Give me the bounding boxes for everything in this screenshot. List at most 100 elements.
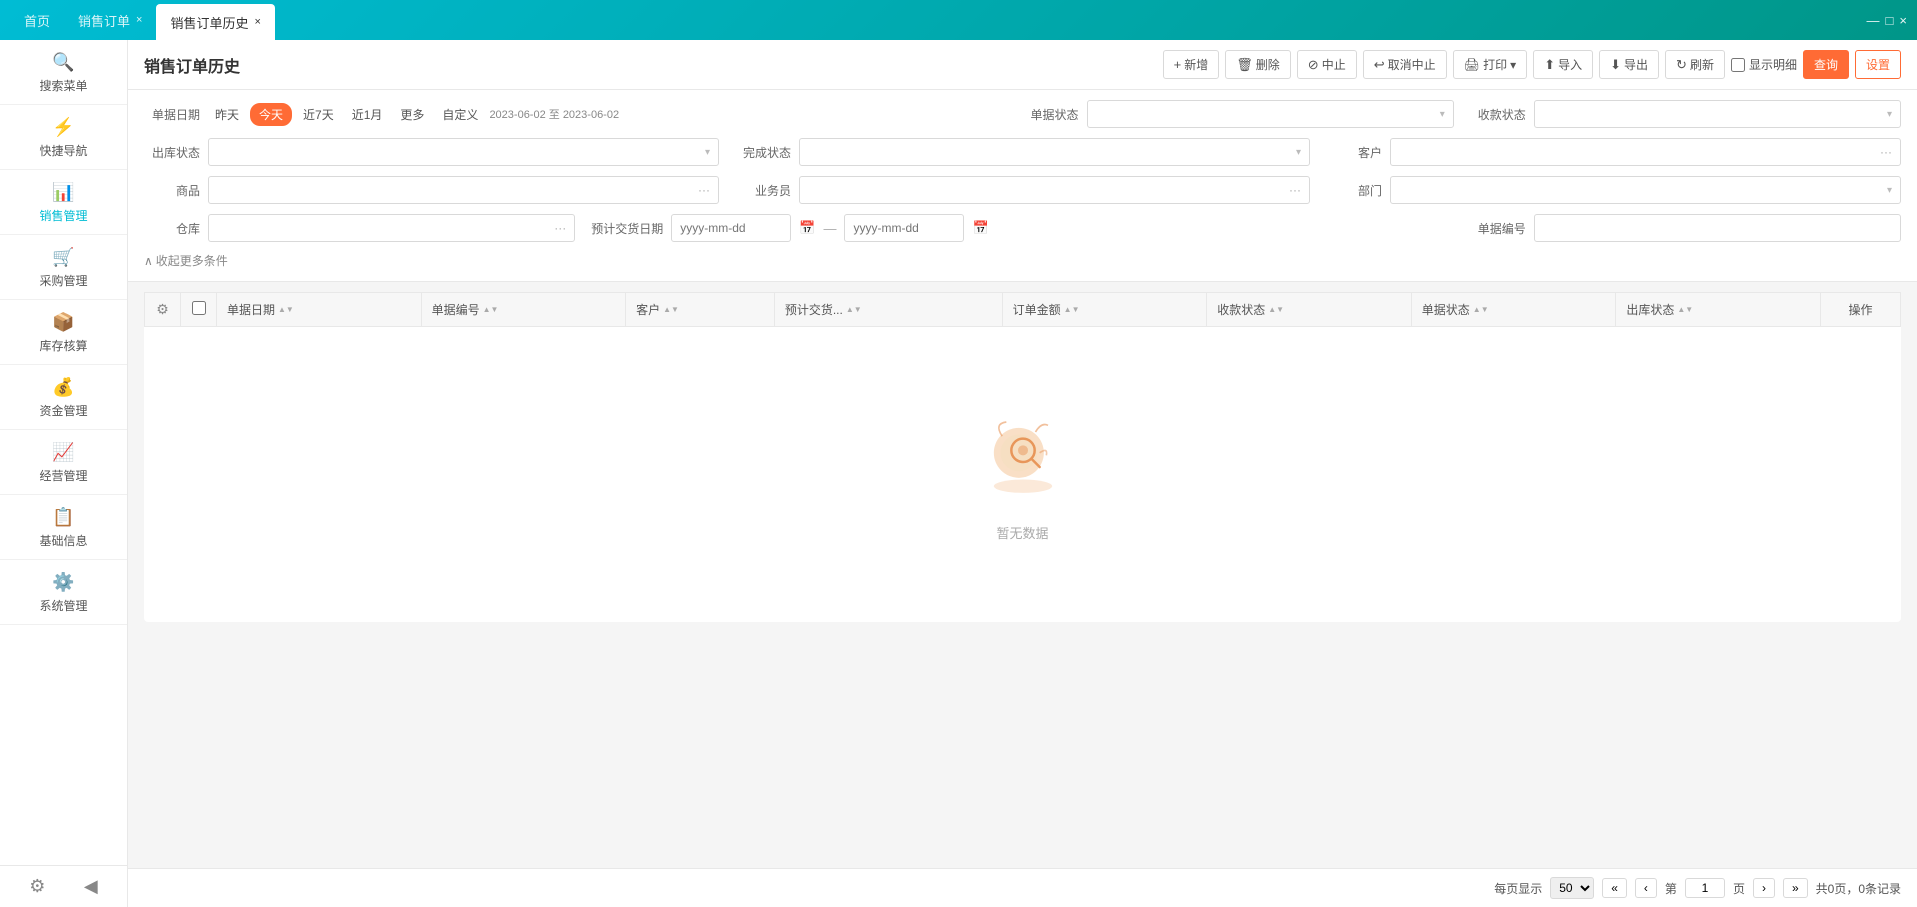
next-page-btn[interactable]: ›	[1753, 878, 1775, 898]
date-1month[interactable]: 近1月	[345, 103, 390, 126]
receipt-status-label: 收款状态	[1470, 106, 1526, 123]
window-minimize[interactable]: —	[1867, 13, 1880, 28]
sys-mgmt-icon: ⚙️	[52, 572, 74, 593]
window-close[interactable]: ×	[1899, 13, 1907, 28]
calendar-start-icon[interactable]: 📅	[799, 220, 815, 236]
query-button[interactable]: 查询	[1803, 50, 1849, 79]
sidebar-item-basic-info[interactable]: 📋 基础信息	[0, 495, 127, 560]
sidebar-item-operations[interactable]: 📈 经营管理	[0, 430, 127, 495]
settings-button[interactable]: 设置	[1855, 50, 1901, 79]
sidebar-item-quick-nav[interactable]: ⚡ 快捷导航	[0, 105, 127, 170]
product-select[interactable]: ···	[208, 176, 719, 204]
amount-sort[interactable]: 订单金额 ▲▼	[1013, 301, 1197, 318]
warehouse-dots-icon[interactable]: ···	[554, 221, 566, 235]
customer-dots-icon[interactable]: ···	[1880, 145, 1892, 159]
product-label: 商品	[144, 182, 200, 199]
sidebar-item-search-menu[interactable]: 🔍 搜索菜单	[0, 40, 127, 105]
date-today[interactable]: 今天	[250, 103, 292, 126]
close-history-tab[interactable]: ×	[254, 16, 260, 28]
toolbar: + 新增 🗑 删除 ⊘ 中止 ↩ 取消中止	[1163, 50, 1901, 79]
empty-illustration	[973, 407, 1073, 507]
topbar-right: — □ ×	[1867, 13, 1907, 28]
bill-status-sort[interactable]: 单据状态 ▲▼	[1422, 301, 1606, 318]
prev-page-btn[interactable]: ‹	[1635, 878, 1657, 898]
receipt-status-select[interactable]: ▾	[1534, 100, 1901, 128]
sidebar-bottom: ⚙ ◀	[0, 865, 127, 907]
delivery-date-start-input[interactable]	[671, 214, 791, 242]
export-icon: ⬇	[1610, 57, 1621, 73]
bill-status-select[interactable]: ▾	[1087, 100, 1454, 128]
cancel-stop-icon: ↩	[1374, 57, 1385, 73]
outbound-sort[interactable]: 出库状态 ▲▼	[1626, 301, 1810, 318]
customer-select[interactable]: ···	[1390, 138, 1901, 166]
delivery-sort-icon: ▲▼	[846, 306, 862, 314]
outbound-status-group: 出库状态 ▾	[144, 138, 719, 166]
salesman-dots-icon[interactable]: ···	[1289, 183, 1301, 197]
sidebar-item-finance[interactable]: 💰 资金管理	[0, 365, 127, 430]
close-sales-order-tab[interactable]: ×	[136, 14, 142, 26]
date-7days[interactable]: 近7天	[296, 103, 341, 126]
dept-arrow-icon: ▾	[1887, 185, 1892, 196]
outbound-status-col-header: 出库状态 ▲▼	[1616, 293, 1821, 327]
delivery-sort[interactable]: 预计交货... ▲▼	[785, 301, 992, 318]
purchase-mgmt-icon: 🛒	[52, 247, 74, 268]
bill-number-group: 单据编号	[1470, 214, 1901, 242]
delivery-date-end-input[interactable]	[844, 214, 964, 242]
per-page-select[interactable]: 50	[1550, 877, 1594, 899]
sidebar-item-inventory[interactable]: 📦 库存核算	[0, 300, 127, 365]
warehouse-select[interactable]: ···	[208, 214, 575, 242]
delete-icon: 🗑	[1236, 57, 1253, 73]
date-sort-icon: ▲▼	[278, 306, 294, 314]
warehouse-group: 仓库 ···	[144, 214, 575, 242]
bill-number-input[interactable]	[1534, 214, 1901, 242]
outbound-arrow-icon: ▾	[705, 147, 710, 158]
date-yesterday[interactable]: 昨天	[208, 103, 246, 126]
export-button[interactable]: ⬇ 导出	[1599, 50, 1659, 79]
sidebar-item-sales-mgmt[interactable]: 📊 销售管理	[0, 170, 127, 235]
table-settings-icon[interactable]: ⚙	[156, 301, 169, 317]
collapse-btn[interactable]: ∧ 收起更多条件	[144, 252, 1901, 269]
new-button[interactable]: + 新增	[1163, 50, 1220, 79]
date-col-header: 单据日期 ▲▼	[217, 293, 422, 327]
select-all-checkbox[interactable]	[192, 301, 206, 315]
outbound-status-select[interactable]: ▾	[208, 138, 719, 166]
dept-group: 部门 ▾	[1326, 176, 1901, 204]
calendar-end-icon[interactable]: 📅	[972, 220, 988, 236]
show-detail-checkbox[interactable]	[1731, 58, 1745, 72]
sidebar-settings-icon[interactable]: ⚙	[29, 876, 45, 897]
tab-sales-history[interactable]: 销售订单历史 ×	[156, 4, 274, 40]
tab-home[interactable]: 首页	[10, 0, 64, 40]
customer-sort[interactable]: 客户 ▲▼	[636, 301, 764, 318]
dept-select[interactable]: ▾	[1390, 176, 1901, 204]
last-page-btn[interactable]: »	[1783, 878, 1808, 898]
product-dots-icon[interactable]: ···	[698, 183, 710, 197]
cancel-stop-button[interactable]: ↩ 取消中止	[1363, 50, 1447, 79]
date-filter: 昨天 今天 近7天 近1月 更多 自定义 2023-06-02 至 2023-0…	[208, 103, 1007, 126]
first-page-btn[interactable]: «	[1602, 878, 1627, 898]
date-custom[interactable]: 自定义	[435, 103, 485, 126]
collapse-arrow-icon: ∧	[144, 254, 153, 268]
outbound-status-label: 出库状态	[144, 144, 200, 161]
sidebar-collapse-icon[interactable]: ◀	[84, 876, 98, 897]
filter-row-3: 商品 ··· 业务员 ··· 部门	[144, 176, 1901, 204]
completion-status-select[interactable]: ▾	[799, 138, 1310, 166]
bill-status-label: 单据状态	[1023, 106, 1079, 123]
import-button[interactable]: ⬆ 导入	[1533, 50, 1593, 79]
print-button[interactable]: 🖨 打印 ▾	[1453, 50, 1528, 79]
per-page-label: 每页显示	[1494, 880, 1542, 897]
window-maximize[interactable]: □	[1886, 13, 1894, 28]
delete-button[interactable]: 🗑 删除	[1225, 50, 1291, 79]
salesman-select[interactable]: ···	[799, 176, 1310, 204]
number-sort[interactable]: 单据编号 ▲▼	[432, 301, 616, 318]
empty-state: 暂无数据	[145, 327, 1901, 622]
sidebar-item-purchase-mgmt[interactable]: 🛒 采购管理	[0, 235, 127, 300]
sidebar-item-sys-mgmt[interactable]: ⚙️ 系统管理	[0, 560, 127, 625]
page-input[interactable]	[1685, 878, 1725, 898]
refresh-button[interactable]: ↻ 刷新	[1665, 50, 1725, 79]
receipt-status-sort[interactable]: 收款状态 ▲▼	[1217, 301, 1401, 318]
main-layout: 🔍 搜索菜单 ⚡ 快捷导航 📊 销售管理 🛒 采购管理 📦 库存核算 💰 资金管…	[0, 40, 1917, 907]
stop-button[interactable]: ⊘ 中止	[1297, 50, 1357, 79]
date-more[interactable]: 更多	[393, 103, 431, 126]
date-sort[interactable]: 单据日期 ▲▼	[227, 301, 411, 318]
tab-sales-order[interactable]: 销售订单 ×	[64, 0, 156, 40]
